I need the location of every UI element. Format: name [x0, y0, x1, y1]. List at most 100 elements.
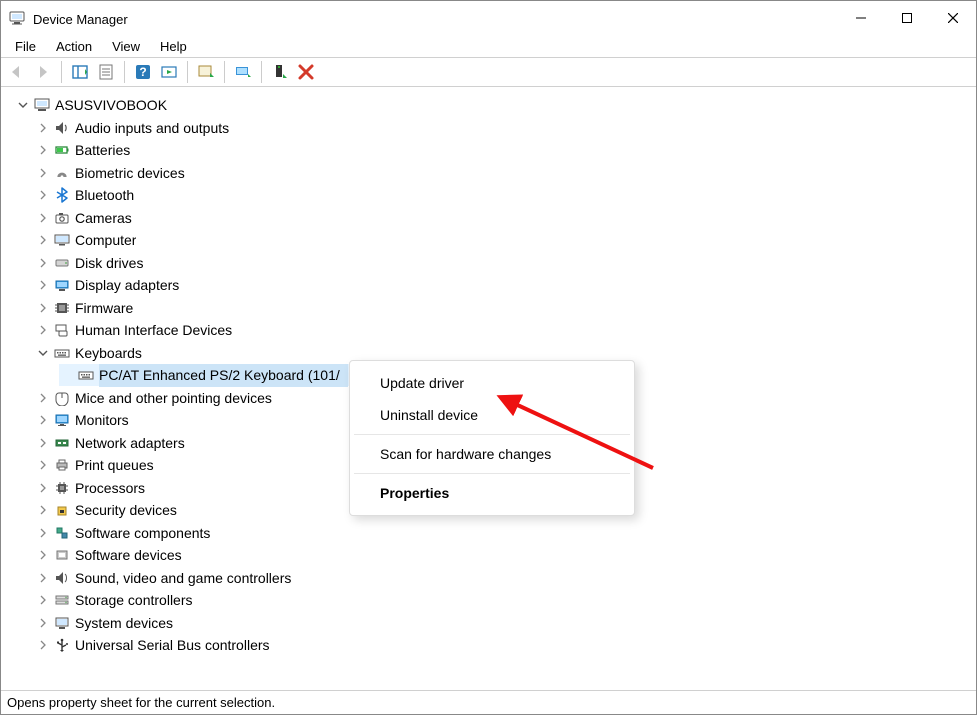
chevron-right-icon[interactable]: [35, 277, 51, 293]
toolbar-separator: [124, 61, 125, 83]
tree-root[interactable]: ASUSVIVOBOOK: [9, 94, 976, 117]
chevron-right-icon[interactable]: [35, 255, 51, 271]
update-driver-button[interactable]: [194, 60, 218, 84]
close-button[interactable]: [930, 1, 976, 35]
node-label: Display adapters: [75, 274, 179, 297]
chevron-right-icon[interactable]: [35, 525, 51, 541]
monitor-icon: [53, 411, 71, 429]
context-menu-separator: [354, 434, 630, 435]
display-adapter-icon: [53, 276, 71, 294]
tree-node-swdev[interactable]: Software devices: [9, 544, 976, 567]
back-button[interactable]: [5, 60, 29, 84]
tree-node-system[interactable]: System devices: [9, 612, 976, 635]
expander-placeholder: [59, 367, 75, 383]
tree-node-cameras[interactable]: Cameras: [9, 207, 976, 230]
context-menu-separator: [354, 473, 630, 474]
toolbar-separator: [261, 61, 262, 83]
chevron-right-icon[interactable]: [35, 615, 51, 631]
tree-node-firmware[interactable]: Firmware: [9, 297, 976, 320]
minimize-button[interactable]: [838, 1, 884, 35]
node-label: Cameras: [75, 207, 132, 230]
node-label: Software components: [75, 522, 210, 545]
chevron-right-icon[interactable]: [35, 502, 51, 518]
node-label: PC/AT Enhanced PS/2 Keyboard (101/: [99, 364, 348, 387]
scan-hardware-button[interactable]: [231, 60, 255, 84]
tree-node-biometric[interactable]: Biometric devices: [9, 162, 976, 185]
chevron-right-icon[interactable]: [35, 210, 51, 226]
statusbar-text: Opens property sheet for the current sel…: [7, 695, 275, 710]
menubar: File Action View Help: [1, 35, 976, 57]
network-icon: [53, 434, 71, 452]
node-label: Batteries: [75, 139, 130, 162]
tree-node-bluetooth[interactable]: Bluetooth: [9, 184, 976, 207]
forward-button[interactable]: [31, 60, 55, 84]
menu-file[interactable]: File: [5, 37, 46, 56]
tree-node-display[interactable]: Display adapters: [9, 274, 976, 297]
chevron-right-icon[interactable]: [35, 142, 51, 158]
context-menu-update-driver[interactable]: Update driver: [350, 367, 634, 399]
chevron-right-icon[interactable]: [35, 547, 51, 563]
chevron-down-icon[interactable]: [35, 345, 51, 361]
toolbar-separator: [187, 61, 188, 83]
menu-action[interactable]: Action: [46, 37, 102, 56]
chevron-down-icon[interactable]: [15, 97, 31, 113]
enable-device-button[interactable]: [268, 60, 292, 84]
window-title: Device Manager: [33, 10, 838, 27]
node-label: Security devices: [75, 499, 177, 522]
node-label: Keyboards: [75, 342, 142, 365]
tree-node-computer[interactable]: Computer: [9, 229, 976, 252]
tree-node-audio[interactable]: Audio inputs and outputs: [9, 117, 976, 140]
toolbar-separator: [224, 61, 225, 83]
computer-root-icon: [33, 96, 51, 114]
node-label: Mice and other pointing devices: [75, 387, 272, 410]
keyboard-device-icon: [77, 366, 95, 384]
node-label: Print queues: [75, 454, 154, 477]
tree-node-disk[interactable]: Disk drives: [9, 252, 976, 275]
context-menu: Update driver Uninstall device Scan for …: [349, 360, 635, 516]
chevron-right-icon[interactable]: [35, 300, 51, 316]
tree-node-sound[interactable]: Sound, video and game controllers: [9, 567, 976, 590]
chevron-right-icon[interactable]: [35, 187, 51, 203]
node-label: Firmware: [75, 297, 133, 320]
node-label: Monitors: [75, 409, 129, 432]
tree-node-batteries[interactable]: Batteries: [9, 139, 976, 162]
chevron-right-icon[interactable]: [35, 412, 51, 428]
tree-node-storage[interactable]: Storage controllers: [9, 589, 976, 612]
node-label: Bluetooth: [75, 184, 134, 207]
security-icon: [53, 501, 71, 519]
node-label: ASUSVIVOBOOK: [55, 94, 167, 117]
properties-button[interactable]: [94, 60, 118, 84]
maximize-button[interactable]: [884, 1, 930, 35]
context-menu-scan-hardware[interactable]: Scan for hardware changes: [350, 438, 634, 470]
software-component-icon: [53, 524, 71, 542]
cpu-icon: [53, 479, 71, 497]
chevron-right-icon[interactable]: [35, 457, 51, 473]
context-menu-uninstall-device[interactable]: Uninstall device: [350, 399, 634, 431]
help-button[interactable]: ?: [131, 60, 155, 84]
chevron-right-icon[interactable]: [35, 592, 51, 608]
disk-icon: [53, 254, 71, 272]
chevron-right-icon[interactable]: [35, 435, 51, 451]
chevron-right-icon[interactable]: [35, 120, 51, 136]
tree-node-swcomp[interactable]: Software components: [9, 522, 976, 545]
node-label: Network adapters: [75, 432, 185, 455]
chevron-right-icon[interactable]: [35, 322, 51, 338]
context-menu-properties[interactable]: Properties: [350, 477, 634, 509]
keyboard-icon: [53, 344, 71, 362]
chevron-right-icon[interactable]: [35, 480, 51, 496]
tree-node-hid[interactable]: Human Interface Devices: [9, 319, 976, 342]
fingerprint-icon: [53, 164, 71, 182]
chevron-right-icon[interactable]: [35, 390, 51, 406]
node-label: Computer: [75, 229, 136, 252]
chevron-right-icon[interactable]: [35, 637, 51, 653]
chevron-right-icon[interactable]: [35, 232, 51, 248]
menu-help[interactable]: Help: [150, 37, 197, 56]
menu-view[interactable]: View: [102, 37, 150, 56]
show-hide-console-tree-button[interactable]: [68, 60, 92, 84]
action-button[interactable]: [157, 60, 181, 84]
chevron-right-icon[interactable]: [35, 570, 51, 586]
chevron-right-icon[interactable]: [35, 165, 51, 181]
tree-node-usb[interactable]: Universal Serial Bus controllers: [9, 634, 976, 657]
node-label: Biometric devices: [75, 162, 185, 185]
uninstall-device-button[interactable]: [294, 60, 318, 84]
